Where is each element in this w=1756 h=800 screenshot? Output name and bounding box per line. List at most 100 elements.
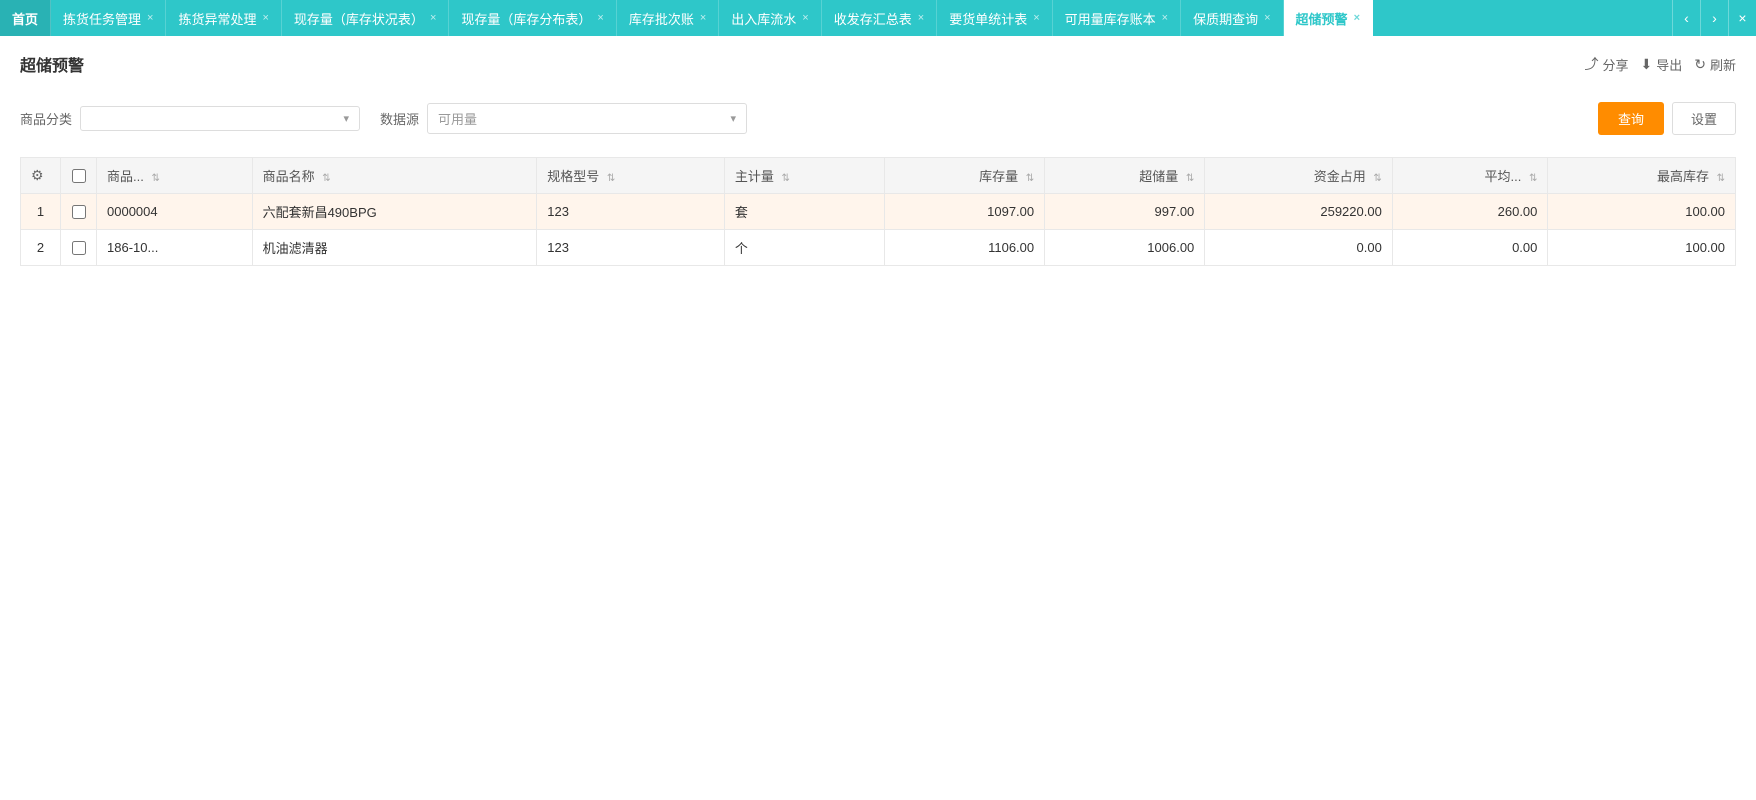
row-avg: 0.00 <box>1392 230 1548 266</box>
row-product-code: 0000004 <box>97 194 253 230</box>
close-inout-flow-icon[interactable]: × <box>802 12 808 24</box>
settings-button[interactable]: 设置 <box>1672 102 1736 135</box>
query-button[interactable]: 查询 <box>1598 102 1664 135</box>
nav-item-home[interactable]: 首页 <box>0 0 51 36</box>
col-unit[interactable]: 主计量 ⇅ <box>724 158 884 194</box>
row-index: 1 <box>21 194 61 230</box>
row-spec: 123 <box>537 194 725 230</box>
datasource-label: 数据源 <box>380 109 419 128</box>
sort-avg-icon: ⇅ <box>1529 173 1537 184</box>
row-stock-qty: 1097.00 <box>884 194 1044 230</box>
nav-item-inout-flow[interactable]: 出入库流水 × <box>719 0 821 36</box>
page-content: 超储预警 ⤴ 分享 ⬇ 导出 ↻ 刷新 商品分类 ▾ 数据源 <box>0 36 1756 800</box>
refresh-button[interactable]: ↻ 刷新 <box>1694 55 1736 74</box>
nav-prev-button[interactable]: ‹ <box>1672 0 1700 36</box>
row-capital-occupy: 0.00 <box>1205 230 1393 266</box>
col-max-stock[interactable]: 最高库存 ⇅ <box>1548 158 1736 194</box>
nav-more-button[interactable]: × <box>1728 0 1756 36</box>
close-inventory-status-icon[interactable]: × <box>430 12 436 24</box>
share-icon: ⤴ <box>1584 54 1598 74</box>
nav-item-pick-exception[interactable]: 拣货异常处理 × <box>166 0 281 36</box>
row-unit: 套 <box>724 194 884 230</box>
close-inventory-dist-icon[interactable]: × <box>597 12 603 24</box>
table-body: 1 0000004 六配套新昌490BPG 123 套 1097.00 997.… <box>21 194 1736 266</box>
row-overstock-qty: 997.00 <box>1045 194 1205 230</box>
close-available-account-icon[interactable]: × <box>1162 12 1168 24</box>
sort-capital-occupy-icon: ⇅ <box>1373 173 1381 184</box>
filter-buttons: 查询 设置 <box>1598 102 1736 135</box>
row-spec: 123 <box>537 230 725 266</box>
row-product-name: 机油滤清器 <box>252 230 537 266</box>
filter-row: 商品分类 ▾ 数据源 可用量 ▾ 查询 设置 <box>20 92 1736 145</box>
nav-item-overstock-warning[interactable]: 超储预警 × <box>1284 0 1373 36</box>
close-expiry-query-icon[interactable]: × <box>1264 12 1270 24</box>
row-unit: 个 <box>724 230 884 266</box>
category-filter: 商品分类 ▾ <box>20 106 360 131</box>
close-receive-summary-icon[interactable]: × <box>918 12 924 24</box>
col-product-code[interactable]: 商品... ⇅ <box>97 158 253 194</box>
share-button[interactable]: ⤴ 分享 <box>1584 54 1628 74</box>
select-all-checkbox[interactable] <box>72 169 86 183</box>
datasource-value: 可用量 <box>438 109 477 128</box>
page-header: 超储预警 ⤴ 分享 ⬇ 导出 ↻ 刷新 <box>20 52 1736 76</box>
nav-item-inventory-dist[interactable]: 现存量（库存分布表） × <box>449 0 616 36</box>
row-avg: 260.00 <box>1392 194 1548 230</box>
export-icon: ⬇ <box>1641 56 1653 73</box>
sort-spec-icon: ⇅ <box>607 173 615 184</box>
col-product-name[interactable]: 商品名称 ⇅ <box>252 158 537 194</box>
row-max-stock: 100.00 <box>1548 230 1736 266</box>
nav-item-pick-task[interactable]: 拣货任务管理 × <box>51 0 166 36</box>
row-overstock-qty: 1006.00 <box>1045 230 1205 266</box>
col-capital-occupy[interactable]: 资金占用 ⇅ <box>1205 158 1393 194</box>
category-label: 商品分类 <box>20 109 72 128</box>
sort-product-code-icon: ⇅ <box>151 173 159 184</box>
close-pick-exception-icon[interactable]: × <box>262 12 268 24</box>
refresh-icon: ↻ <box>1694 56 1706 73</box>
gear-icon[interactable]: ⚙ <box>31 167 44 183</box>
datasource-dropdown-icon: ▾ <box>731 112 737 125</box>
col-overstock-qty[interactable]: 超储量 ⇅ <box>1045 158 1205 194</box>
row-max-stock: 100.00 <box>1548 194 1736 230</box>
col-spec[interactable]: 规格型号 ⇅ <box>537 158 725 194</box>
category-select[interactable]: ▾ <box>80 106 360 131</box>
table-header: ⚙ 商品... ⇅ 商品名称 ⇅ 规格型号 ⇅ <box>21 158 1736 194</box>
row-capital-occupy: 259220.00 <box>1205 194 1393 230</box>
nav-item-available-account[interactable]: 可用量库存账本 × <box>1053 0 1181 36</box>
col-checkbox-header[interactable] <box>61 158 97 194</box>
close-batch-account-icon[interactable]: × <box>700 12 706 24</box>
data-table: ⚙ 商品... ⇅ 商品名称 ⇅ 规格型号 ⇅ <box>20 157 1736 266</box>
datasource-filter: 数据源 可用量 ▾ <box>380 103 747 134</box>
sort-stock-qty-icon: ⇅ <box>1026 173 1034 184</box>
page-title: 超储预警 <box>20 52 84 76</box>
page-actions: ⤴ 分享 ⬇ 导出 ↻ 刷新 <box>1584 54 1736 74</box>
top-nav: 首页 拣货任务管理 × 拣货异常处理 × 现存量（库存状况表） × 现存量（库存… <box>0 0 1756 36</box>
close-overstock-warning-icon[interactable]: × <box>1354 12 1360 24</box>
export-button[interactable]: ⬇ 导出 <box>1641 55 1683 74</box>
close-order-stats-icon[interactable]: × <box>1033 12 1039 24</box>
row-stock-qty: 1106.00 <box>884 230 1044 266</box>
nav-item-inventory-status[interactable]: 现存量（库存状况表） × <box>282 0 449 36</box>
sort-max-stock-icon: ⇅ <box>1717 173 1725 184</box>
nav-item-receive-summary[interactable]: 收发存汇总表 × <box>822 0 937 36</box>
row-checkbox[interactable] <box>72 205 86 219</box>
nav-item-batch-account[interactable]: 库存批次账 × <box>617 0 719 36</box>
sort-overstock-qty-icon: ⇅ <box>1186 173 1194 184</box>
col-gear[interactable]: ⚙ <box>21 158 61 194</box>
close-pick-task-icon[interactable]: × <box>147 12 153 24</box>
sort-product-name-icon: ⇅ <box>322 173 330 184</box>
nav-arrows: ‹ › × <box>1672 0 1756 36</box>
datasource-select[interactable]: 可用量 ▾ <box>427 103 747 134</box>
category-dropdown-icon: ▾ <box>343 112 349 125</box>
col-stock-qty[interactable]: 库存量 ⇅ <box>884 158 1044 194</box>
table-row: 1 0000004 六配套新昌490BPG 123 套 1097.00 997.… <box>21 194 1736 230</box>
row-checkbox-cell[interactable] <box>61 194 97 230</box>
row-checkbox-cell[interactable] <box>61 230 97 266</box>
row-checkbox[interactable] <box>72 241 86 255</box>
col-avg[interactable]: 平均... ⇅ <box>1392 158 1548 194</box>
nav-item-order-stats[interactable]: 要货单统计表 × <box>937 0 1052 36</box>
row-index: 2 <box>21 230 61 266</box>
nav-item-expiry-query[interactable]: 保质期查询 × <box>1181 0 1283 36</box>
nav-next-button[interactable]: › <box>1700 0 1728 36</box>
table-row: 2 186-10... 机油滤清器 123 个 1106.00 1006.00 … <box>21 230 1736 266</box>
row-product-name: 六配套新昌490BPG <box>252 194 537 230</box>
